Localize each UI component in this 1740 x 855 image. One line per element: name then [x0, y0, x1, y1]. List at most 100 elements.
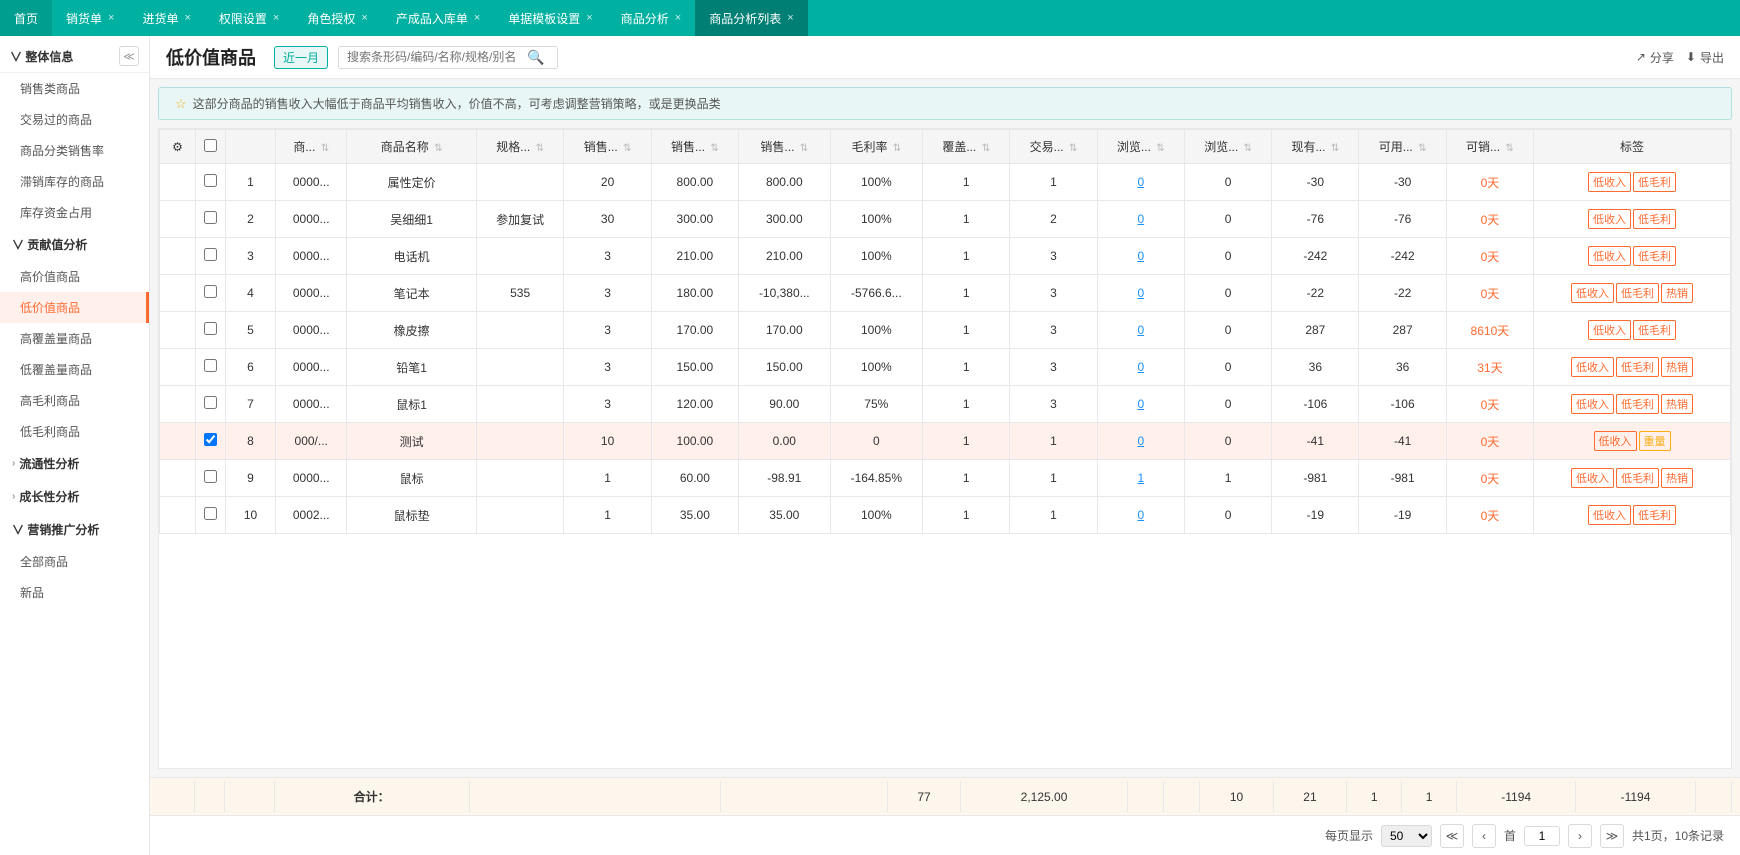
column-code[interactable]: 商... ⇅ — [276, 130, 347, 164]
search-icon[interactable]: 🔍 — [527, 49, 544, 66]
nav-template-settings[interactable]: 单据模板设置 × — [494, 0, 606, 36]
cell-view1[interactable]: 0 — [1097, 275, 1184, 312]
sidebar-item-traded-goods[interactable]: 交易过的商品 — [0, 104, 149, 135]
row-checkbox[interactable] — [204, 470, 217, 483]
cell-checkbox[interactable] — [196, 238, 226, 275]
nav-permission[interactable]: 权限设置 × — [205, 0, 293, 36]
cell-view1[interactable]: 0 — [1097, 386, 1184, 423]
column-trade[interactable]: 交易... ⇅ — [1010, 130, 1097, 164]
row-checkbox[interactable] — [204, 359, 217, 372]
column-amount[interactable]: 销售... ⇅ — [739, 130, 831, 164]
column-view2[interactable]: 浏览... ⇅ — [1184, 130, 1271, 164]
cell-checkbox[interactable] — [196, 275, 226, 312]
export-button[interactable]: ⬇ 导出 — [1686, 49, 1724, 66]
sidebar-item-high-value[interactable]: 高价值商品 — [0, 261, 149, 292]
cell-view1[interactable]: 0 — [1097, 312, 1184, 349]
row-checkbox[interactable] — [204, 211, 217, 224]
row-checkbox[interactable] — [204, 433, 217, 446]
column-gear[interactable]: ⚙ — [160, 130, 196, 164]
nav-sales-order[interactable]: 销货单 × — [52, 0, 128, 36]
sidebar-item-high-margin[interactable]: 高毛利商品 — [0, 385, 149, 416]
sidebar-item-sales-goods[interactable]: 销售类商品 — [0, 73, 149, 104]
row-checkbox[interactable] — [204, 285, 217, 298]
sidebar-item-category-sales-rate[interactable]: 商品分类销售率 — [0, 135, 149, 166]
search-input[interactable] — [347, 50, 527, 64]
view1-link[interactable]: 0 — [1137, 508, 1144, 522]
sidebar-section-growth[interactable]: › 成长性分析 — [0, 480, 149, 513]
column-name[interactable]: 商品名称 ⇅ — [347, 130, 476, 164]
sidebar-item-low-value[interactable]: 低价值商品 — [0, 292, 149, 323]
close-icon[interactable]: × — [361, 12, 367, 24]
nav-home[interactable]: 首页 — [0, 0, 52, 36]
nav-purchase-order[interactable]: 进货单 × — [128, 0, 204, 36]
cell-checkbox[interactable] — [196, 349, 226, 386]
view1-link[interactable]: 0 — [1137, 397, 1144, 411]
nav-product-inbound[interactable]: 产成品入库单 × — [382, 0, 494, 36]
nav-role-auth[interactable]: 角色授权 × — [293, 0, 381, 36]
view1-link[interactable]: 0 — [1137, 175, 1144, 189]
cell-view1[interactable]: 0 — [1097, 164, 1184, 201]
cell-view1[interactable]: 1 — [1097, 460, 1184, 497]
per-page-select[interactable]: 50 100 200 — [1381, 825, 1432, 847]
column-stock3[interactable]: 可销... ⇅ — [1446, 130, 1533, 164]
cell-checkbox[interactable] — [196, 497, 226, 534]
row-checkbox[interactable] — [204, 396, 217, 409]
close-icon[interactable]: × — [675, 12, 681, 24]
cell-checkbox[interactable] — [196, 460, 226, 497]
cell-view1[interactable]: 0 — [1097, 238, 1184, 275]
column-spec[interactable]: 规格... ⇅ — [476, 130, 564, 164]
collapse-sidebar-button[interactable]: ≪ — [119, 46, 139, 66]
next-page-button[interactable]: › — [1568, 824, 1592, 848]
view1-link[interactable]: 0 — [1137, 360, 1144, 374]
close-icon[interactable]: × — [108, 12, 114, 24]
column-coverage[interactable]: 覆盖... ⇅ — [923, 130, 1010, 164]
sidebar-item-slow-stock[interactable]: 滞销库存的商品 — [0, 166, 149, 197]
cell-checkbox[interactable] — [196, 386, 226, 423]
last-page-button[interactable]: ≫ — [1600, 824, 1624, 848]
sidebar-item-stock-capital[interactable]: 库存资金占用 — [0, 197, 149, 228]
column-stock1[interactable]: 现有... ⇅ — [1272, 130, 1359, 164]
cell-checkbox[interactable] — [196, 164, 226, 201]
cell-checkbox[interactable] — [196, 423, 226, 460]
view1-link[interactable]: 0 — [1137, 212, 1144, 226]
column-margin[interactable]: 毛利率 ⇅ — [830, 130, 923, 164]
row-checkbox[interactable] — [204, 248, 217, 261]
cell-view1[interactable]: 0 — [1097, 423, 1184, 460]
close-icon[interactable]: × — [273, 12, 279, 24]
sidebar-item-low-coverage[interactable]: 低覆盖量商品 — [0, 354, 149, 385]
view1-link[interactable]: 0 — [1137, 434, 1144, 448]
close-icon[interactable]: × — [787, 12, 793, 24]
row-checkbox[interactable] — [204, 174, 217, 187]
view1-link[interactable]: 0 — [1137, 249, 1144, 263]
sidebar-item-new-goods[interactable]: 新品 — [0, 577, 149, 608]
page-input[interactable] — [1524, 826, 1560, 846]
column-qty[interactable]: 销售... ⇅ — [564, 130, 651, 164]
close-icon[interactable]: × — [586, 12, 592, 24]
share-button[interactable]: ↗ 分享 — [1636, 49, 1674, 66]
sidebar-item-high-coverage[interactable]: 高覆盖量商品 — [0, 323, 149, 354]
column-view1[interactable]: 浏览... ⇅ — [1097, 130, 1184, 164]
view1-link[interactable]: 1 — [1137, 471, 1144, 485]
sidebar-item-low-margin[interactable]: 低毛利商品 — [0, 416, 149, 447]
column-stock2[interactable]: 可用... ⇅ — [1359, 130, 1446, 164]
sidebar-item-all-goods[interactable]: 全部商品 — [0, 546, 149, 577]
cell-view1[interactable]: 0 — [1097, 497, 1184, 534]
cell-view1[interactable]: 0 — [1097, 349, 1184, 386]
close-icon[interactable]: × — [474, 12, 480, 24]
nav-product-analysis-list[interactable]: 商品分析列表 × — [695, 0, 807, 36]
cell-checkbox[interactable] — [196, 201, 226, 238]
cell-view1[interactable]: 0 — [1097, 201, 1184, 238]
view1-link[interactable]: 0 — [1137, 286, 1144, 300]
row-checkbox[interactable] — [204, 322, 217, 335]
select-all-checkbox[interactable] — [204, 139, 217, 152]
close-icon[interactable]: × — [184, 12, 190, 24]
nav-product-analysis[interactable]: 商品分析 × — [607, 0, 695, 36]
view1-link[interactable]: 0 — [1137, 323, 1144, 337]
prev-page-button[interactable]: ‹ — [1472, 824, 1496, 848]
period-button[interactable]: 近一月 — [274, 46, 328, 69]
first-page-button[interactable]: ≪ — [1440, 824, 1464, 848]
column-price[interactable]: 销售... ⇅ — [651, 130, 738, 164]
sidebar-section-circulation[interactable]: › 流通性分析 — [0, 447, 149, 480]
cell-checkbox[interactable] — [196, 312, 226, 349]
column-checkbox[interactable] — [196, 130, 226, 164]
